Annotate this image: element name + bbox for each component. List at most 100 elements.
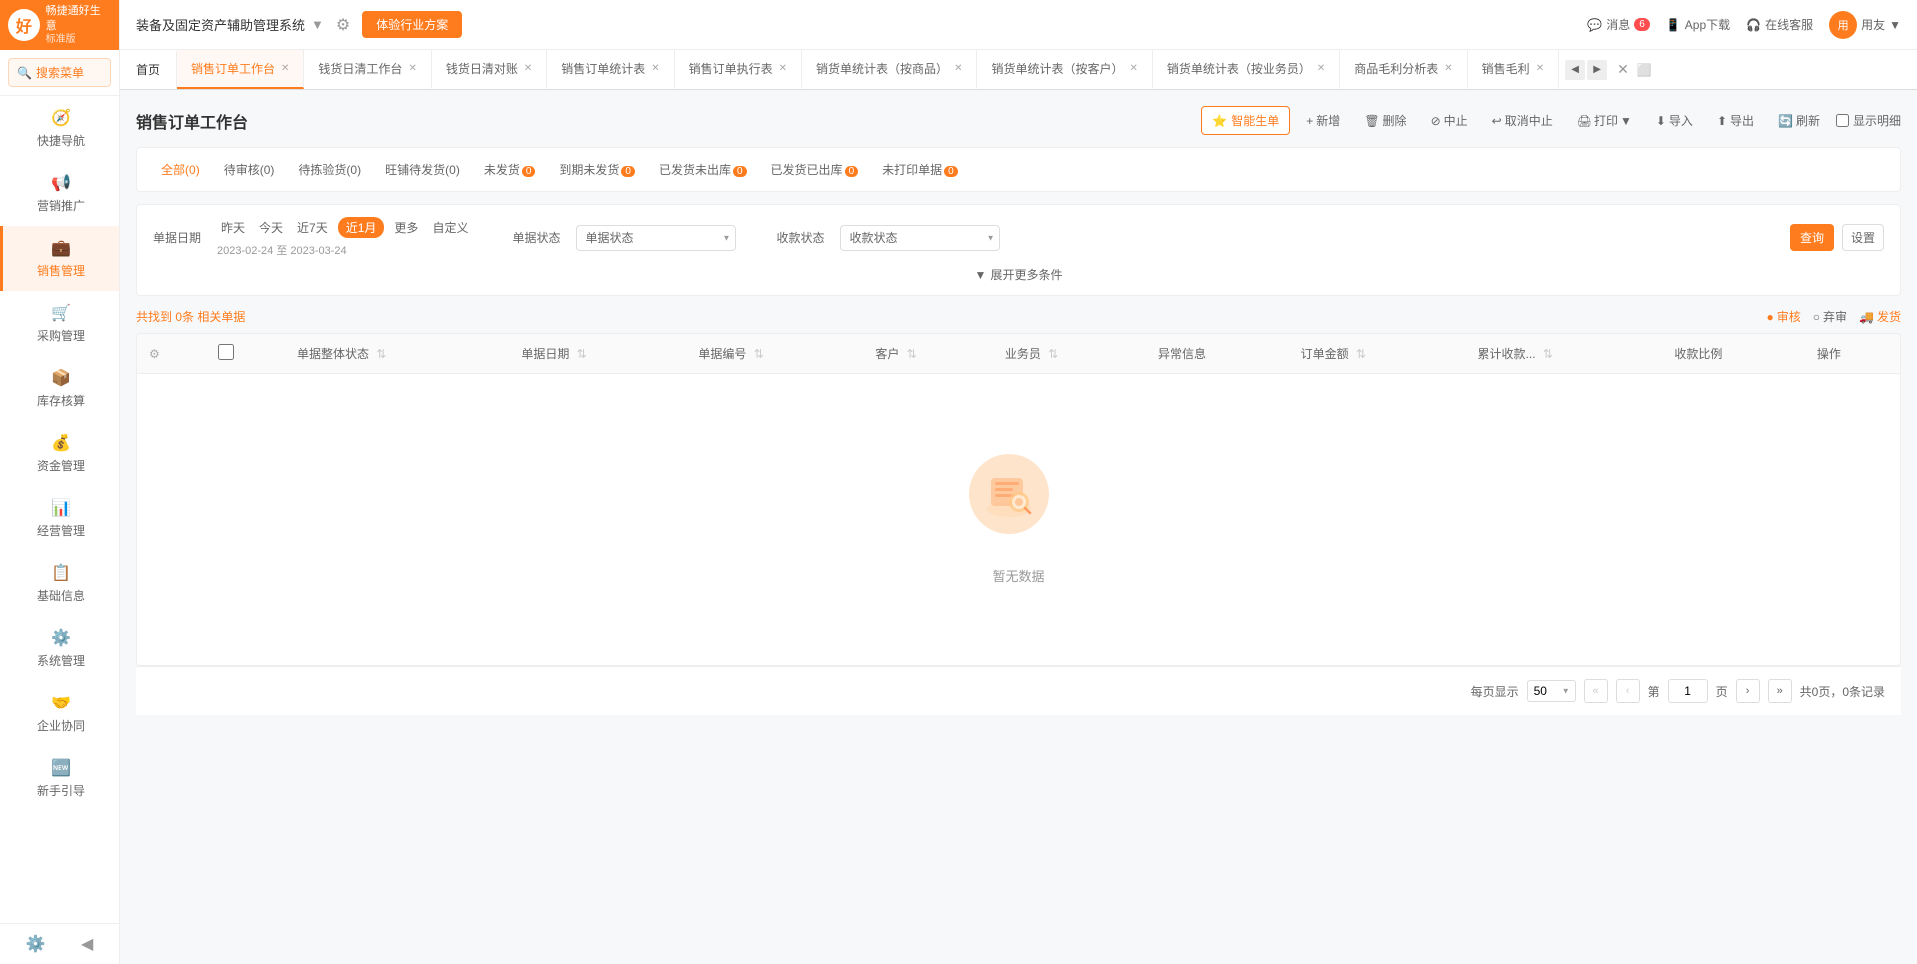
tab-gross-margin[interactable]: 商品毛利分析表 ✕ [1340,50,1467,89]
print-dropdown-icon: ▼ [1620,114,1632,128]
date-7days-button[interactable]: 近7天 [293,217,332,238]
delete-button[interactable]: 🗑 删除 [1356,108,1414,133]
tab-close-stats-customer[interactable]: ✕ [1129,63,1137,74]
amount-sort-icon[interactable]: ⇅ [1356,347,1366,361]
tab-cash-daily[interactable]: 钱货日清工作台 ✕ [304,50,431,89]
cancel-review-button[interactable]: ○ 弃审 [1813,308,1847,325]
tab-sales-stats[interactable]: 销售订单统计表 ✕ [547,50,674,89]
accumulated-sort-icon[interactable]: ⇅ [1543,347,1553,361]
sidebar-item-quick-nav[interactable]: 🧭 快捷导航 [0,96,119,161]
query-button[interactable]: 查询 [1790,224,1834,251]
tab-sales-stats-product[interactable]: 销货单统计表（按商品） ✕ [802,50,977,89]
sidebar-item-enterprise[interactable]: 🤝 企业协同 [0,681,119,746]
date-more-button[interactable]: 更多 [390,217,422,238]
sidebar-item-marketing[interactable]: 📢 营销推广 [0,161,119,226]
tab-sales-stats-salesman[interactable]: 销货单统计表（按业务员） ✕ [1153,50,1340,89]
tab-cash-reconcile[interactable]: 钱货日清对账 ✕ [432,50,547,89]
cancel-stop-button[interactable]: ↩ 取消中止 [1484,108,1561,133]
date-yesterday-button[interactable]: 昨天 [217,217,249,238]
tab-close-sales-workbench[interactable]: ✕ [281,63,289,74]
sidebar-item-sales[interactable]: 💼 销售管理 [0,226,119,291]
tab-close-stats-product[interactable]: ✕ [954,63,962,74]
tab-close-sales-stats[interactable]: ✕ [651,63,659,74]
subtab-not-shipped[interactable]: 未发货0 [472,156,548,183]
review-button[interactable]: ● 审核 [1767,308,1801,325]
enterprise-icon: 🤝 [51,693,71,713]
tab-scroll-right-button[interactable]: ▶ [1587,60,1607,80]
page-input[interactable] [1668,679,1708,703]
not-printed-badge: 0 [944,166,958,177]
print-button[interactable]: 🖨 打印 ▼ [1569,108,1640,133]
tab-home[interactable]: 首页 [120,51,177,88]
sidebar-settings-button[interactable]: ⚙️ [26,934,46,954]
next-page-button[interactable]: › [1736,679,1760,703]
online-service-button[interactable]: 🎧 在线客服 [1746,16,1813,33]
status-sort-icon[interactable]: ⇅ [376,347,386,361]
number-sort-icon[interactable]: ⇅ [754,347,764,361]
marketing-icon: 📢 [51,173,71,193]
sidebar-item-guide[interactable]: 🆕 新手引导 [0,746,119,811]
subtab-not-printed[interactable]: 未打印单据0 [870,156,970,183]
status-select[interactable]: 单据状态 [576,225,736,251]
sidebar-item-inventory[interactable]: 📦 库存核算 [0,356,119,421]
topbar-settings-icon[interactable]: ⚙ [336,15,350,35]
date-custom-button[interactable]: 自定义 [428,217,472,238]
subtab-overdue-not-shipped[interactable]: 到期未发货0 [547,156,647,183]
sidebar-item-system[interactable]: ⚙️ 系统管理 [0,616,119,681]
date-today-button[interactable]: 今天 [255,217,287,238]
sidebar-collapse-button[interactable]: ◀ [81,934,93,954]
tab-sales-stats-customer[interactable]: 销货单统计表（按客户） ✕ [977,50,1152,89]
last-page-button[interactable]: » [1768,679,1792,703]
sidebar-item-basic-info[interactable]: 📋 基础信息 [0,551,119,616]
subtab-wangpu[interactable]: 旺铺待发货(0) [373,156,472,183]
tab-sales-workbench[interactable]: 销售订单工作台 ✕ [177,50,304,89]
sidebar-item-purchase[interactable]: 🛒 采购管理 [0,291,119,356]
stop-button[interactable]: ⊘ 中止 [1423,108,1476,133]
tab-scroll-left-button[interactable]: ◀ [1565,60,1585,80]
tab-close-stats-salesman[interactable]: ✕ [1317,63,1325,74]
select-all-checkbox[interactable] [218,344,234,360]
prev-page-button[interactable]: ‹ [1616,679,1640,703]
date-1month-button[interactable]: 近1月 [338,217,385,238]
close-all-tabs-button[interactable]: ✕ [1613,61,1633,78]
payment-select[interactable]: 收款状态 [840,225,1000,251]
per-page-select[interactable]: 20 50 100 200 [1527,680,1576,702]
tab-sales-exec[interactable]: 销售订单执行表 ✕ [675,50,802,89]
message-button[interactable]: 💬 消息 6 [1587,16,1650,33]
table-scroll-area[interactable]: ⚙ 单据整体状态 ⇅ 单据日期 ⇅ [137,334,1900,374]
tab-close-gross-margin[interactable]: ✕ [1444,63,1452,74]
industry-solution-button[interactable]: 体验行业方案 [362,11,462,38]
subtab-pending-inspect[interactable]: 待拣验货(0) [286,156,373,183]
add-button[interactable]: + 新增 [1298,108,1348,133]
sidebar-item-operations[interactable]: 📊 经营管理 [0,486,119,551]
user-menu[interactable]: 用 用友 ▼ [1829,11,1901,39]
tab-close-cash-reconcile[interactable]: ✕ [524,63,532,74]
expand-filter-button[interactable]: ▼ 展开更多条件 [153,266,1884,283]
subtab-all[interactable]: 全部(0) [149,156,212,183]
search-menu-button[interactable]: 🔍 搜索菜单 [8,58,111,87]
ship-button[interactable]: 🚚 发货 [1859,308,1901,325]
settings-button[interactable]: 设置 [1842,224,1884,251]
tab-close-sales-profit[interactable]: ✕ [1536,63,1544,74]
first-page-button[interactable]: « [1584,679,1608,703]
subtab-pending-review[interactable]: 待审核(0) [212,156,287,183]
date-sort-icon[interactable]: ⇅ [577,347,587,361]
refresh-button[interactable]: 🔄 刷新 [1770,108,1828,133]
app-download-button[interactable]: 📱 App下载 [1666,16,1730,33]
salesman-sort-icon[interactable]: ⇅ [1048,347,1058,361]
table-settings-icon[interactable]: ⚙ [149,347,160,361]
export-button[interactable]: ⬆ 导出 [1709,108,1762,133]
subtab-shipped-not-warehoused[interactable]: 已发货未出库0 [647,156,759,183]
sidebar-item-finance[interactable]: 💰 资金管理 [0,421,119,486]
customer-sort-icon[interactable]: ⇅ [907,347,917,361]
subtab-shipped-warehoused[interactable]: 已发货已出库0 [759,156,871,183]
tab-sales-profit[interactable]: 销售毛利 ✕ [1468,50,1559,89]
tab-close-cash-daily[interactable]: ✕ [408,63,416,74]
show-detail-checkbox[interactable] [1836,114,1849,127]
maximize-button[interactable]: ⬜ [1633,63,1656,77]
table-toolbar: 共找到 0条 相关单据 ● 审核 ○ 弃审 🚚 发货 [136,308,1901,325]
tab-close-sales-exec[interactable]: ✕ [779,63,787,74]
smart-generate-button[interactable]: ⭐ 智能生单 [1201,106,1290,135]
import-button[interactable]: ⬇ 导入 [1648,108,1701,133]
page-actions: ⭐ 智能生单 + 新增 🗑 删除 ⊘ 中止 ↩ 取消中止 [1201,106,1901,135]
